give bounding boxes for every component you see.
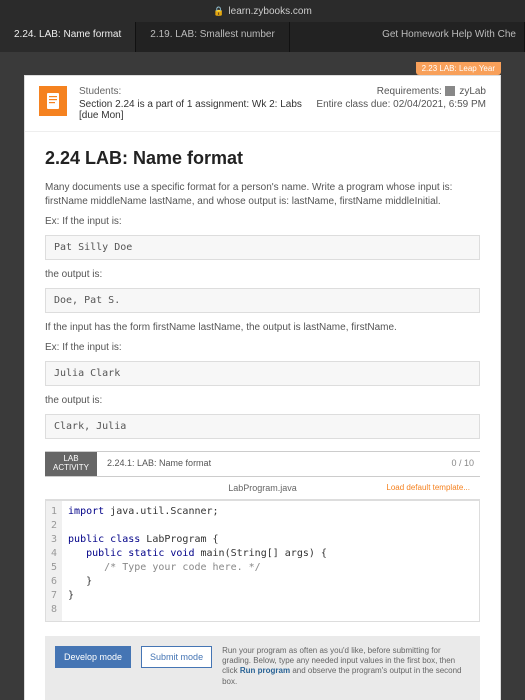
req-label: Requirements:	[377, 86, 442, 97]
develop-mode-button[interactable]: Develop mode	[55, 646, 131, 668]
ln: 1	[51, 505, 57, 519]
file-bar: LabProgram.java Load default template...	[45, 477, 480, 500]
tab-lab-smallest-number[interactable]: 2.19. LAB: Smallest number	[136, 22, 290, 52]
url-text: learn.zybooks.com	[228, 6, 311, 17]
ex2-output: Clark, Julia	[45, 414, 480, 439]
code-editor[interactable]: 1 2 3 4 5 6 7 8 import java.util.Scanner…	[45, 500, 480, 622]
load-template-link[interactable]: Load default template...	[386, 483, 470, 492]
prev-lab-tag[interactable]: 2.23 LAB: Leap Year	[416, 62, 501, 75]
line-gutter: 1 2 3 4 5 6 7 8	[46, 501, 62, 621]
browser-address-bar: 🔒 learn.zybooks.com	[0, 0, 525, 22]
out2-label: the output is:	[45, 394, 480, 408]
requirements-row: Requirements: zyLab	[316, 86, 486, 97]
browser-tabs: 2.24. LAB: Name format 2.19. LAB: Smalle…	[0, 22, 525, 52]
code-text: java.util.Scanner;	[104, 506, 218, 517]
ln: 7	[51, 589, 57, 603]
ln: 4	[51, 547, 57, 561]
code-text: LabProgram {	[140, 534, 218, 545]
assignment-banner: Students: Section 2.24 is a part of 1 as…	[25, 76, 500, 132]
kw: import	[68, 506, 104, 517]
out1-label: the output is:	[45, 268, 480, 282]
lab-description: Many documents use a specific format for…	[45, 181, 480, 209]
mode-description: Run your program as often as you'd like,…	[222, 646, 470, 688]
ex1-input: Pat Silly Doe	[45, 235, 480, 260]
due-value: 02/04/2021, 6:59 PM	[393, 99, 486, 110]
code-text: }	[86, 576, 92, 587]
lab-card: Students: Section 2.24 is a part of 1 as…	[24, 75, 501, 700]
lock-icon: 🔒	[213, 6, 224, 17]
cond-label: If the input has the form firstName last…	[45, 321, 480, 335]
page-content: 2.23 LAB: Leap Year Students: Section 2.…	[0, 52, 525, 700]
tab-homework-help[interactable]: Get Homework Help With Che	[290, 22, 525, 52]
activity-bar: LAB ACTIVITY 2.24.1: LAB: Name format 0 …	[45, 451, 480, 477]
ex1-output: Doe, Pat S.	[45, 288, 480, 313]
banner-left: Students: Section 2.24 is a part of 1 as…	[79, 86, 316, 121]
comment: /* Type your code here. */	[104, 562, 261, 573]
ln: 3	[51, 533, 57, 547]
kw: public static void	[86, 548, 194, 559]
students-label: Students:	[79, 86, 316, 97]
code-area[interactable]: import java.util.Scanner; public class L…	[62, 501, 479, 621]
req-value: zyLab	[459, 86, 486, 97]
activity-tag2: ACTIVITY	[53, 464, 89, 473]
section-text: Section 2.24 is a part of 1 assignment: …	[79, 99, 316, 121]
code-text: main(String[] args) {	[194, 548, 326, 559]
lab-body: 2.24 LAB: Name format Many documents use…	[25, 132, 500, 700]
zylab-icon	[445, 86, 455, 96]
activity-badge: LAB ACTIVITY	[45, 452, 97, 476]
mode-panel: Develop mode Submit mode Run your progra…	[45, 636, 480, 698]
ln: 6	[51, 575, 57, 589]
tab-lab-name-format[interactable]: 2.24. LAB: Name format	[0, 22, 136, 52]
banner-right: Requirements: zyLab Entire class due: 02…	[316, 86, 486, 110]
activity-number: 2.24.1: LAB: Name format	[97, 452, 445, 476]
ln: 8	[51, 603, 57, 617]
ex2-input: Julia Clark	[45, 361, 480, 386]
ln: 2	[51, 519, 57, 533]
ex1-label: Ex: If the input is:	[45, 215, 480, 229]
run-program-text: Run program	[240, 666, 290, 675]
filename: LabProgram.java	[228, 483, 297, 493]
due-label: Entire class due:	[316, 99, 390, 110]
assignment-icon	[39, 86, 67, 116]
ln: 5	[51, 561, 57, 575]
due-row: Entire class due: 02/04/2021, 6:59 PM	[316, 99, 486, 110]
submit-mode-button[interactable]: Submit mode	[141, 646, 212, 668]
code-text: }	[68, 590, 74, 601]
activity-score: 0 / 10	[445, 452, 480, 476]
ex2-label: Ex: If the input is:	[45, 341, 480, 355]
page-title: 2.24 LAB: Name format	[45, 148, 480, 169]
kw: public class	[68, 534, 140, 545]
